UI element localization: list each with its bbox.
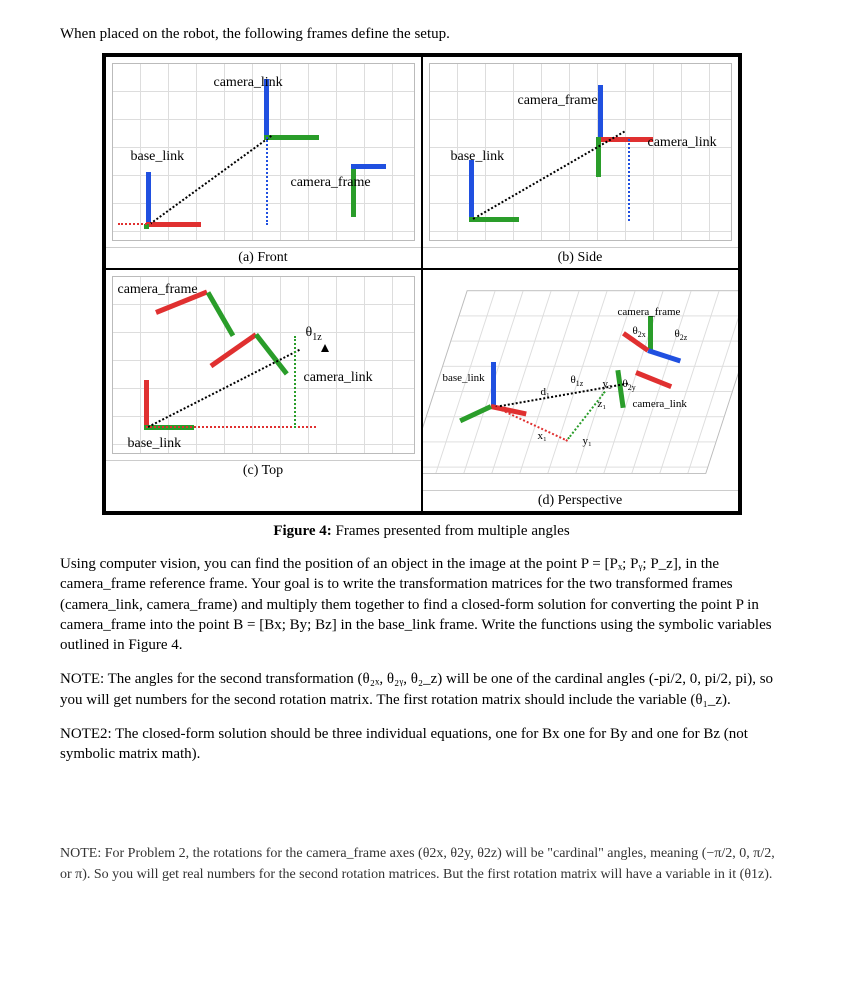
subplot-c: base_link camera_frame camera_link θ1z	[105, 269, 422, 512]
subplot-b: base_link camera_frame camera_link (b) S…	[422, 56, 739, 269]
paragraph-2: NOTE: The angles for the second transfor…	[60, 669, 783, 710]
footnote: NOTE: For Problem 2, the rotations for t…	[60, 844, 783, 885]
label-camera-link-d: camera_link	[633, 398, 687, 410]
label-theta1z-d: θ1z	[571, 374, 584, 388]
label-camera-link-c: camera_link	[304, 370, 373, 386]
paragraph-3: NOTE2: The closed-form solution should b…	[60, 724, 783, 765]
label-theta2x: θ2x	[633, 325, 646, 339]
label-base-link-d: base_link	[443, 372, 485, 384]
subplot-d: base_link camera_link camera_frame d₁ θ1…	[422, 269, 739, 512]
label-theta2z: θ2z	[675, 328, 688, 342]
label-theta1z: θ1z	[306, 325, 322, 343]
label-camera-link-b: camera_link	[648, 135, 717, 151]
caption-d: (d) Perspective	[423, 490, 738, 511]
caption-a: (a) Front	[106, 247, 421, 268]
label-camera-frame: camera_frame	[291, 175, 371, 191]
label-camera-frame-d: camera_frame	[618, 306, 681, 318]
arrow-theta1z	[321, 344, 329, 352]
caption-b: (b) Side	[423, 247, 738, 268]
label-base-link: base_link	[131, 149, 185, 165]
paragraph-1: Using computer vision, you can find the …	[60, 554, 783, 655]
label-y1: y₁	[583, 435, 592, 447]
label-base-link-c: base_link	[128, 436, 182, 452]
intro-text: When placed on the robot, the following …	[60, 26, 783, 43]
subplot-a: base_link camera_link camera_frame (a) F…	[105, 56, 422, 269]
label-camera-frame-b: camera_frame	[518, 93, 598, 109]
label-camera-link: camera_link	[214, 75, 283, 91]
figure-caption: Figure 4: Frames presented from multiple…	[60, 523, 783, 540]
caption-c: (c) Top	[106, 460, 421, 481]
figure-container: base_link camera_link camera_frame (a) F…	[102, 53, 742, 515]
label-camera-frame-c: camera_frame	[118, 282, 198, 298]
label-base-link-b: base_link	[451, 149, 505, 165]
